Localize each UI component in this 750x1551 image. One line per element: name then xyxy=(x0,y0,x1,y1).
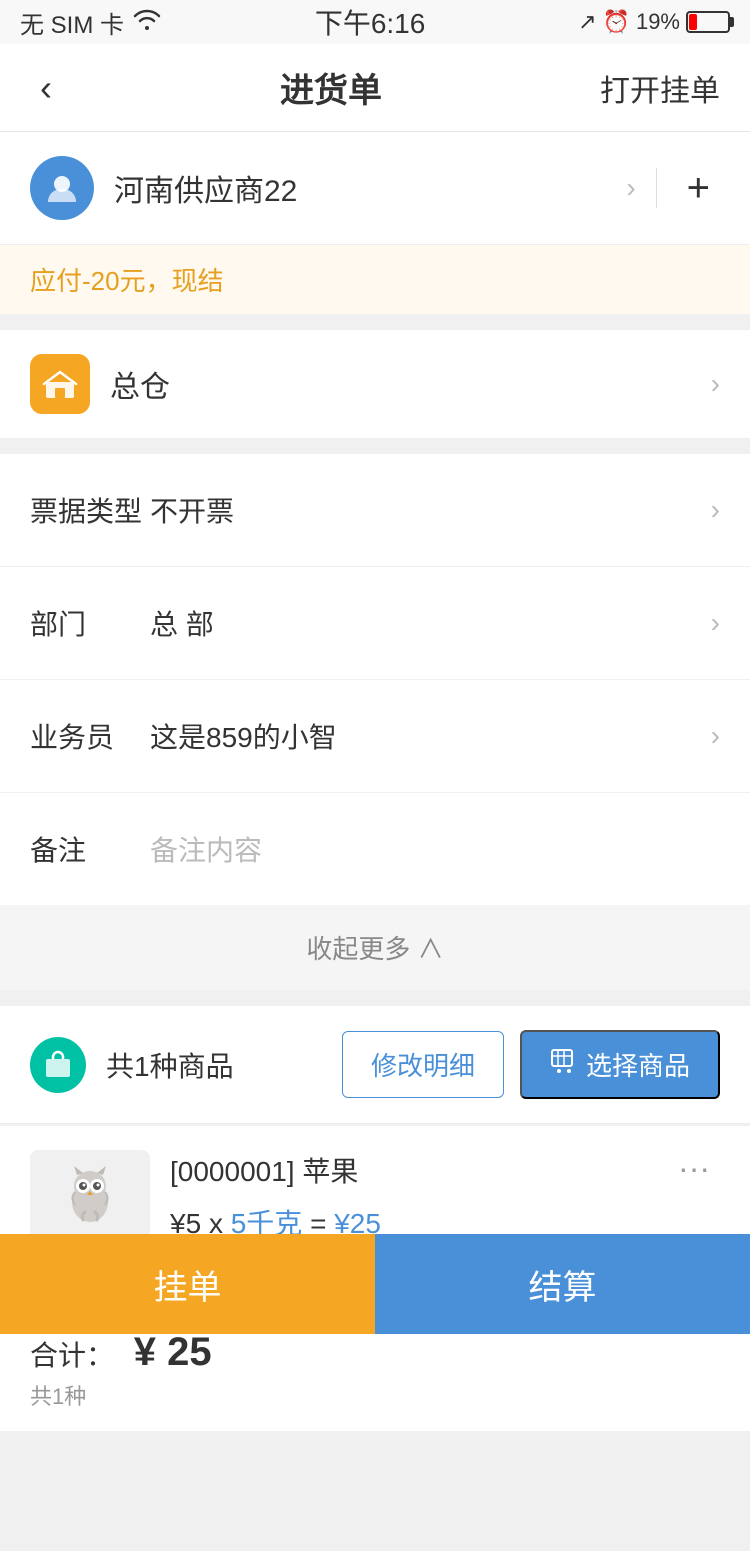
carrier-label: 无 SIM 卡 xyxy=(20,5,124,40)
supplier-chevron-icon: › xyxy=(626,172,635,204)
alarm-icon: ⏰ xyxy=(603,9,630,35)
warehouse-icon xyxy=(30,354,90,414)
invoice-type-label: 票据类型 xyxy=(30,490,150,530)
supplier-section: 河南供应商22 › + 应付-20元，现结 xyxy=(0,132,750,314)
status-time: 下午6:16 xyxy=(315,2,426,42)
hang-button[interactable]: 挂单 xyxy=(0,1234,375,1334)
department-label: 部门 xyxy=(30,603,150,643)
product-code: [0000001] xyxy=(170,1156,295,1187)
select-product-label: 选择商品 xyxy=(586,1046,690,1083)
total-amount: ¥ 25 xyxy=(134,1330,212,1374)
remark-label: 备注 xyxy=(30,829,150,869)
warehouse-chevron-icon: › xyxy=(711,368,720,400)
warehouse-name: 总仓 xyxy=(110,362,701,406)
collapse-bar[interactable]: 收起更多 ∧ xyxy=(0,905,750,990)
supplier-divider xyxy=(656,168,657,208)
product-icon xyxy=(30,1037,86,1093)
product-name: [0000001] 苹果 xyxy=(170,1150,648,1190)
back-button[interactable]: ‹ xyxy=(30,57,62,119)
supplier-avatar xyxy=(30,156,94,220)
notice-bar: 应付-20元，现结 xyxy=(0,245,750,314)
warehouse-row[interactable]: 总仓 › xyxy=(0,330,750,438)
product-header: 共1种商品 修改明细 选择商品 xyxy=(0,1006,750,1124)
edit-detail-button[interactable]: 修改明细 xyxy=(342,1031,504,1098)
product-info: [0000001] 苹果 ¥5 x 5千克 = ¥25 xyxy=(170,1150,648,1242)
bottom-actions: 挂单 结算 xyxy=(0,1234,750,1334)
battery-icon xyxy=(686,11,730,33)
invoice-type-value: 不开票 xyxy=(150,490,701,530)
supplier-name: 河南供应商22 xyxy=(114,166,616,210)
product-count-label: 共1种商品 xyxy=(106,1045,342,1085)
invoice-type-chevron-icon: › xyxy=(711,494,720,526)
add-supplier-button[interactable]: + xyxy=(677,166,720,211)
location-icon: ↗ xyxy=(578,9,596,35)
product-title: 苹果 xyxy=(302,1156,358,1187)
status-left: 无 SIM 卡 xyxy=(20,5,162,40)
salesman-value: 这是859的小智 xyxy=(150,716,701,756)
wifi-icon xyxy=(132,8,162,37)
department-value: 总 部 xyxy=(150,603,701,643)
total-sub-label: 共1种 xyxy=(30,1379,212,1411)
status-bar: 无 SIM 卡 下午6:16 ↗ ⏰ 19% xyxy=(0,0,750,44)
status-right: ↗ ⏰ 19% xyxy=(578,9,730,35)
remark-placeholder[interactable]: 备注内容 xyxy=(150,829,720,869)
content: 河南供应商22 › + 应付-20元，现结 总仓 › 票据类型 不开票 › 部门… xyxy=(0,132,750,1551)
salesman-row[interactable]: 业务员 这是859的小智 › xyxy=(0,680,750,793)
form-section: 票据类型 不开票 › 部门 总 部 › 业务员 这是859的小智 › 备注 备注… xyxy=(0,454,750,905)
total-label: 合计： xyxy=(30,1340,114,1371)
battery-percent: 19% xyxy=(636,9,680,35)
department-row[interactable]: 部门 总 部 › xyxy=(0,567,750,680)
department-chevron-icon: › xyxy=(711,607,720,639)
salesman-chevron-icon: › xyxy=(711,720,720,752)
salesman-label: 业务员 xyxy=(30,716,150,756)
select-product-button[interactable]: 选择商品 xyxy=(520,1030,720,1099)
product-more-button[interactable]: ··· xyxy=(668,1150,720,1187)
checkout-button[interactable]: 结算 xyxy=(375,1234,750,1334)
owl-icon xyxy=(55,1160,125,1242)
open-hang-button[interactable]: 打开挂单 xyxy=(600,66,720,110)
nav-bar: ‹ 进货单 打开挂单 xyxy=(0,44,750,132)
nav-title: 进货单 xyxy=(280,63,382,112)
invoice-type-row[interactable]: 票据类型 不开票 › xyxy=(0,454,750,567)
remark-row[interactable]: 备注 备注内容 xyxy=(0,793,750,905)
supplier-row[interactable]: 河南供应商22 › + xyxy=(0,132,750,245)
cart-icon xyxy=(550,1048,578,1081)
